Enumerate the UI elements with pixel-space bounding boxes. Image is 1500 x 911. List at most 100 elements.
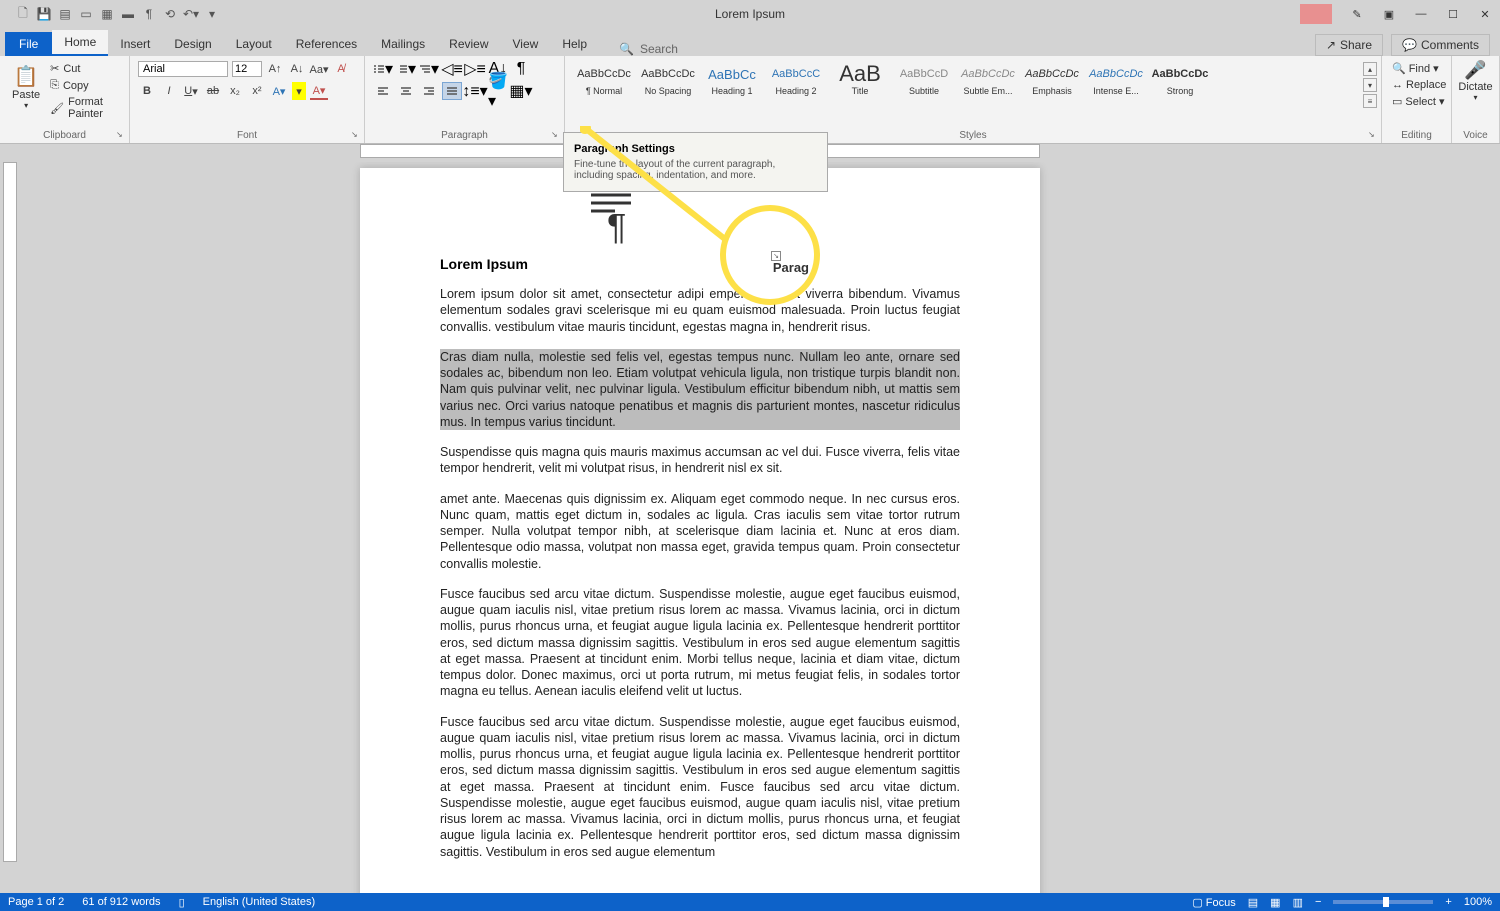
style-emphasis[interactable]: AaBbCcDcEmphasis: [1021, 60, 1083, 98]
change-case-icon[interactable]: Aa▾: [310, 60, 328, 78]
align-right-icon[interactable]: [419, 82, 439, 100]
tab-view[interactable]: View: [501, 32, 551, 56]
format-painter-button[interactable]: 🖌 Format Painter: [48, 94, 121, 122]
align-left-icon[interactable]: [373, 82, 393, 100]
styles-more-icon[interactable]: ≡: [1363, 94, 1377, 108]
line-spacing-icon[interactable]: ↕≡▾: [465, 82, 485, 100]
qat-more-icon[interactable]: ▾: [204, 6, 220, 22]
cut-button[interactable]: ✂ Cut: [48, 60, 121, 77]
shading-icon[interactable]: 🪣▾: [488, 82, 508, 100]
highlight-icon[interactable]: ▾: [292, 82, 306, 100]
shrink-font-icon[interactable]: A↓: [288, 60, 306, 78]
styles-launcher[interactable]: ↘: [1368, 130, 1378, 140]
search-box[interactable]: 🔍 Search: [619, 42, 678, 56]
table-icon[interactable]: ▦: [99, 6, 115, 22]
font-name-select[interactable]: [138, 61, 228, 77]
italic-button[interactable]: I: [160, 82, 178, 100]
strike-button[interactable]: ab: [204, 82, 222, 100]
undo-icon[interactable]: ↶▾: [183, 6, 199, 22]
style-heading-2[interactable]: AaBbCcCHeading 2: [765, 60, 827, 98]
tab-layout[interactable]: Layout: [224, 32, 284, 56]
tab-references[interactable]: References: [284, 32, 369, 56]
style-intense-e-[interactable]: AaBbCcDcIntense E...: [1085, 60, 1147, 98]
read-mode-icon[interactable]: ▤: [1248, 896, 1258, 909]
font-color-icon[interactable]: A▾: [310, 82, 328, 100]
web-layout-icon[interactable]: ▥: [1293, 896, 1303, 909]
tab-review[interactable]: Review: [437, 32, 500, 56]
pilcrow-icon[interactable]: ¶: [141, 6, 157, 22]
vertical-ruler[interactable]: [3, 162, 17, 862]
style-strong[interactable]: AaBbCcDcStrong: [1149, 60, 1211, 98]
zoom-out-button[interactable]: −: [1315, 896, 1321, 908]
focus-mode-button[interactable]: ▢ Focus: [1192, 896, 1235, 909]
clear-fmt-icon[interactable]: ⟲: [162, 6, 178, 22]
zoom-slider[interactable]: [1333, 900, 1433, 904]
styles-down-icon[interactable]: ▾: [1363, 78, 1377, 92]
close-button[interactable]: ✕: [1470, 2, 1500, 26]
zoom-level[interactable]: 100%: [1464, 896, 1492, 908]
paragraph-launcher[interactable]: ↘: [551, 130, 561, 140]
subscript-button[interactable]: x₂: [226, 82, 244, 100]
decrease-indent-icon[interactable]: ◁≡: [442, 60, 462, 78]
select-button[interactable]: ▭Select▾: [1390, 93, 1443, 110]
tab-insert[interactable]: Insert: [108, 32, 162, 56]
superscript-button[interactable]: x²: [248, 82, 266, 100]
style--normal[interactable]: AaBbCcDc¶ Normal: [573, 60, 635, 98]
save-icon[interactable]: 💾: [36, 6, 52, 22]
new-blank-icon[interactable]: ▭: [78, 6, 94, 22]
style-heading-1[interactable]: AaBbCcHeading 1: [701, 60, 763, 98]
user-avatar[interactable]: [1300, 4, 1332, 24]
borders-icon[interactable]: ▦▾: [511, 82, 531, 100]
style-subtitle[interactable]: AaBbCcDSubtitle: [893, 60, 955, 98]
status-words[interactable]: 61 of 912 words: [82, 896, 160, 908]
doc-paragraph: Fusce faucibus sed arcu vitae dictum. Su…: [440, 586, 960, 700]
clear-format-icon[interactable]: A̸: [332, 60, 350, 78]
ribbon-toggle-icon[interactable]: ▣: [1374, 2, 1404, 26]
style-title[interactable]: AaBTitle: [829, 60, 891, 98]
grow-font-icon[interactable]: A↑: [266, 60, 284, 78]
zoom-in-button[interactable]: +: [1445, 896, 1451, 908]
tooltip-title: Paragraph Settings: [574, 143, 817, 155]
underline-button[interactable]: U▾: [182, 82, 200, 100]
status-spell-icon[interactable]: ▯: [179, 896, 185, 909]
tab-mailings[interactable]: Mailings: [369, 32, 437, 56]
share-button[interactable]: ↗ Share: [1315, 34, 1383, 56]
print-layout-icon[interactable]: ▦: [1270, 896, 1280, 909]
style-no-spacing[interactable]: AaBbCcDcNo Spacing: [637, 60, 699, 98]
find-button[interactable]: 🔍Find▾: [1390, 60, 1443, 77]
file-tab[interactable]: File: [5, 32, 52, 56]
show-marks-icon[interactable]: ¶: [511, 60, 531, 78]
dictate-button[interactable]: 🎤 Dictate▾: [1460, 60, 1491, 102]
quick-print-icon[interactable]: ▤: [57, 6, 73, 22]
font-launcher[interactable]: ↘: [351, 130, 361, 140]
align-center-icon[interactable]: [396, 82, 416, 100]
quick-access-toolbar: 🗋 💾 ▤ ▭ ▦ ▬ ¶ ⟲ ↶▾ ▾: [0, 6, 220, 22]
paste-button[interactable]: 📋 Paste▾: [8, 60, 44, 122]
tab-home[interactable]: Home: [52, 30, 108, 56]
tab-design[interactable]: Design: [162, 32, 223, 56]
justify-icon[interactable]: [442, 82, 462, 100]
clipboard-launcher[interactable]: ↘: [116, 130, 126, 140]
replace-button[interactable]: ↔Replace: [1390, 77, 1443, 93]
copy-button[interactable]: ⎘ Copy: [48, 77, 121, 94]
page[interactable]: Lorem Ipsum Lorem ipsum dolor sit amet, …: [360, 168, 1040, 893]
row-icon[interactable]: ▬: [120, 6, 136, 22]
comments-button[interactable]: 💬 Comments: [1391, 34, 1490, 56]
bold-button[interactable]: B: [138, 82, 156, 100]
new-doc-icon[interactable]: 🗋: [15, 6, 31, 22]
font-size-select[interactable]: [232, 61, 262, 77]
increase-indent-icon[interactable]: ▷≡: [465, 60, 485, 78]
tab-help[interactable]: Help: [550, 32, 599, 56]
styles-up-icon[interactable]: ▴: [1363, 62, 1377, 76]
draw-mode-icon[interactable]: ✎: [1342, 2, 1372, 26]
status-language[interactable]: English (United States): [203, 896, 316, 908]
maximize-button[interactable]: ☐: [1438, 2, 1468, 26]
document-title: Lorem Ipsum: [715, 7, 785, 21]
minimize-button[interactable]: —: [1406, 2, 1436, 26]
bullets-icon[interactable]: ▾: [373, 60, 393, 78]
numbering-icon[interactable]: ▾: [396, 60, 416, 78]
status-page[interactable]: Page 1 of 2: [8, 896, 64, 908]
multilevel-icon[interactable]: ▾: [419, 60, 439, 78]
text-effects-icon[interactable]: A▾: [270, 82, 288, 100]
style-subtle-em-[interactable]: AaBbCcDcSubtle Em...: [957, 60, 1019, 98]
